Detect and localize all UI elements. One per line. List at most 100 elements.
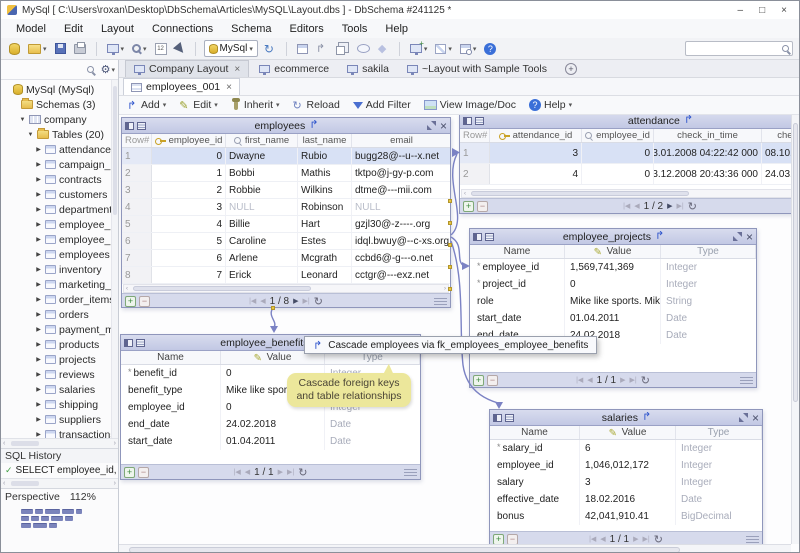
data-cell[interactable]: Caroline — [226, 233, 298, 249]
tree-table-customers[interactable]: ▶ customers — [1, 187, 118, 202]
table-row[interactable]: 1 0 Dwayne Rubio bugg28@--u--x.net — [122, 148, 450, 165]
relations-icon[interactable]: ▾ — [433, 43, 454, 55]
tree-connection[interactable]: MySql (MySql) — [1, 82, 118, 97]
data-cell[interactable]: Rubio — [298, 148, 352, 164]
tree-caret-icon[interactable]: ▶ — [35, 206, 42, 213]
canvas-toolbar-reload[interactable]: Reload — [293, 99, 340, 111]
field-row[interactable]: end_date24.02.2018 Date — [121, 416, 420, 433]
canvas-toolbar-help[interactable]: Help▾ — [529, 99, 572, 111]
search-input[interactable] — [689, 43, 782, 54]
field-row[interactable]: start_date 01.04.2011 Date — [470, 310, 756, 327]
tree-table-attendance[interactable]: ▶ attendance — [1, 142, 118, 157]
data-cell[interactable]: 1 — [152, 165, 226, 181]
tree-table-suppliers[interactable]: ▶ suppliers — [1, 412, 118, 427]
first-page-button[interactable]: |◀ — [249, 297, 256, 305]
field-value[interactable]: 0 — [565, 276, 661, 293]
next-page-button[interactable]: ▶ — [667, 202, 672, 210]
tree-table-projects[interactable]: ▶ projects — [1, 352, 118, 367]
last-page-button[interactable]: ▶| — [303, 297, 310, 305]
data-cell[interactable]: Erick — [226, 267, 298, 283]
diamond-icon[interactable] — [376, 42, 391, 56]
data-cell[interactable]: 0 — [582, 143, 654, 163]
table-employees-titlebar[interactable]: employees ↱ × — [122, 118, 450, 134]
tree-caret-icon[interactable]: ▶ — [35, 176, 42, 183]
table-row[interactable]: 2 1 Bobbi Mathis tktpo@j-gy-p.com — [122, 165, 450, 182]
menu-item-tools[interactable]: Tools — [333, 21, 377, 37]
layout-tab-ecommerce[interactable]: ecommerce — [251, 60, 337, 77]
tree-v-scrollbar[interactable] — [111, 80, 118, 438]
database-icon[interactable] — [7, 42, 22, 56]
canvas-toolbar-view-image-doc[interactable]: View Image/Doc — [423, 99, 516, 111]
table-salaries-titlebar[interactable]: salaries ↱ × — [490, 410, 762, 426]
add-layout-tab-button[interactable] — [564, 63, 577, 75]
delete-row-button[interactable]: − — [139, 295, 150, 307]
column-header-check-in-time[interactable]: check_in_time — [654, 129, 762, 142]
scroll-left-icon[interactable]: ‹ — [464, 191, 466, 197]
zoom-icon[interactable]: ▾ — [130, 43, 149, 54]
tree-table-departments[interactable]: ▶ departments — [1, 202, 118, 217]
column-header-row[interactable]: Row# — [460, 129, 490, 142]
pane-toggle-icon[interactable] — [124, 338, 133, 347]
expand-icon[interactable] — [426, 121, 436, 130]
diagram-canvas[interactable]: employees ↱ × Row# employee_id first_name last… — [119, 115, 799, 552]
tree-table-inventory[interactable]: ▶ inventory — [1, 262, 118, 277]
data-cell[interactable]: Wilkins — [298, 182, 352, 198]
data-cell[interactable]: 4 — [152, 216, 226, 232]
refresh-icon[interactable] — [262, 42, 278, 56]
next-page-button[interactable]: ▶ — [278, 468, 283, 476]
data-cell[interactable]: Estes — [298, 233, 352, 249]
comment-icon[interactable] — [355, 43, 372, 54]
tree-table-salaries[interactable]: ▶ salaries — [1, 382, 118, 397]
table-employee-projects-titlebar[interactable]: employee_projects ↱ × — [470, 229, 756, 245]
layout-tab-layout-with-sample-tools[interactable]: ~Layout with Sample Tools — [399, 60, 555, 77]
tree-schemas[interactable]: Schemas (3) — [1, 97, 118, 112]
prev-page-button[interactable]: ◀ — [260, 297, 265, 305]
tab-employees-001[interactable]: employees_001 × — [123, 78, 240, 95]
refresh-button[interactable]: ↻ — [641, 374, 650, 387]
new-layout-icon[interactable]: ▾ — [408, 39, 430, 55]
table-salaries[interactable]: salaries ↱ × Name Value Type *salary_id6 Intege… — [489, 409, 763, 547]
column-header-attendance-id[interactable]: attendance_id — [490, 129, 582, 142]
delete-row-button[interactable]: − — [507, 533, 518, 545]
table-row[interactable]: 8 7 Erick Leonard cctgr@---exz.net — [122, 267, 450, 284]
data-cell[interactable]: 3 — [152, 199, 226, 215]
table-row[interactable]: 7 6 Arlene Mcgrath ccbd6@-g---o.net — [122, 250, 450, 267]
data-cell[interactable]: Hart — [298, 216, 352, 232]
cascade-icon[interactable]: ↱ — [684, 115, 693, 126]
form-view-icon[interactable] — [505, 413, 514, 422]
tree-caret-icon[interactable]: ▼ — [19, 117, 26, 123]
field-row[interactable]: * salary_id 6 Integer — [490, 440, 762, 457]
canvas-v-scrollbar[interactable] — [791, 115, 799, 544]
canvas-toolbar-inherit[interactable]: Inherit ▾ — [231, 97, 280, 111]
canvas-toolbar-edit[interactable]: Edit▾ — [179, 99, 218, 111]
close-tab-icon[interactable]: × — [234, 64, 240, 75]
column-header-row[interactable]: Row# — [122, 134, 152, 147]
resize-grip[interactable] — [404, 468, 417, 476]
close-tab-icon[interactable]: × — [226, 82, 232, 93]
tree-caret-icon[interactable]: ▼ — [27, 132, 34, 138]
column-header-employee-id[interactable]: employee_id — [152, 134, 226, 147]
table-search-icon[interactable]: ▾ — [458, 43, 479, 55]
help-icon[interactable] — [482, 42, 498, 56]
field-value[interactable]: 42,041,910.41 — [580, 508, 676, 525]
tree-caret-icon[interactable]: ▶ — [35, 281, 42, 288]
open-folder-icon[interactable]: ▾ — [26, 43, 49, 55]
field-row[interactable]: * employee_id 1,569,741,369 Integer — [470, 259, 756, 276]
tree-tables[interactable]: ▼ Tables (20) — [1, 127, 118, 142]
cascade-icon[interactable]: ↱ — [655, 231, 664, 242]
data-cell[interactable]: 5 — [152, 233, 226, 249]
table-row[interactable]: 5 4 Billie Hart gzjl30@-z----.org — [122, 216, 450, 233]
tree-h-scrollbar[interactable]: ‹ › — [1, 438, 118, 448]
data-cell[interactable]: 4 — [490, 164, 582, 184]
refresh-button[interactable]: ↻ — [688, 200, 697, 213]
last-page-button[interactable]: ▶| — [677, 202, 684, 210]
scrollbar-thumb[interactable] — [133, 286, 312, 291]
last-page-button[interactable]: ▶| — [630, 376, 637, 384]
form-view-icon[interactable] — [485, 232, 494, 241]
field-row[interactable]: start_date 01.04.2011 Date — [121, 433, 420, 450]
table-row[interactable]: 24003.12.2008 20:43:36 00024.03.200 — [460, 164, 794, 185]
prev-page-button[interactable]: ◀ — [600, 535, 605, 543]
tree-caret-icon[interactable]: ▶ — [35, 266, 42, 273]
tree-table-transactions[interactable]: ▶ transactions — [1, 427, 118, 438]
menu-item-model[interactable]: Model — [7, 21, 55, 37]
